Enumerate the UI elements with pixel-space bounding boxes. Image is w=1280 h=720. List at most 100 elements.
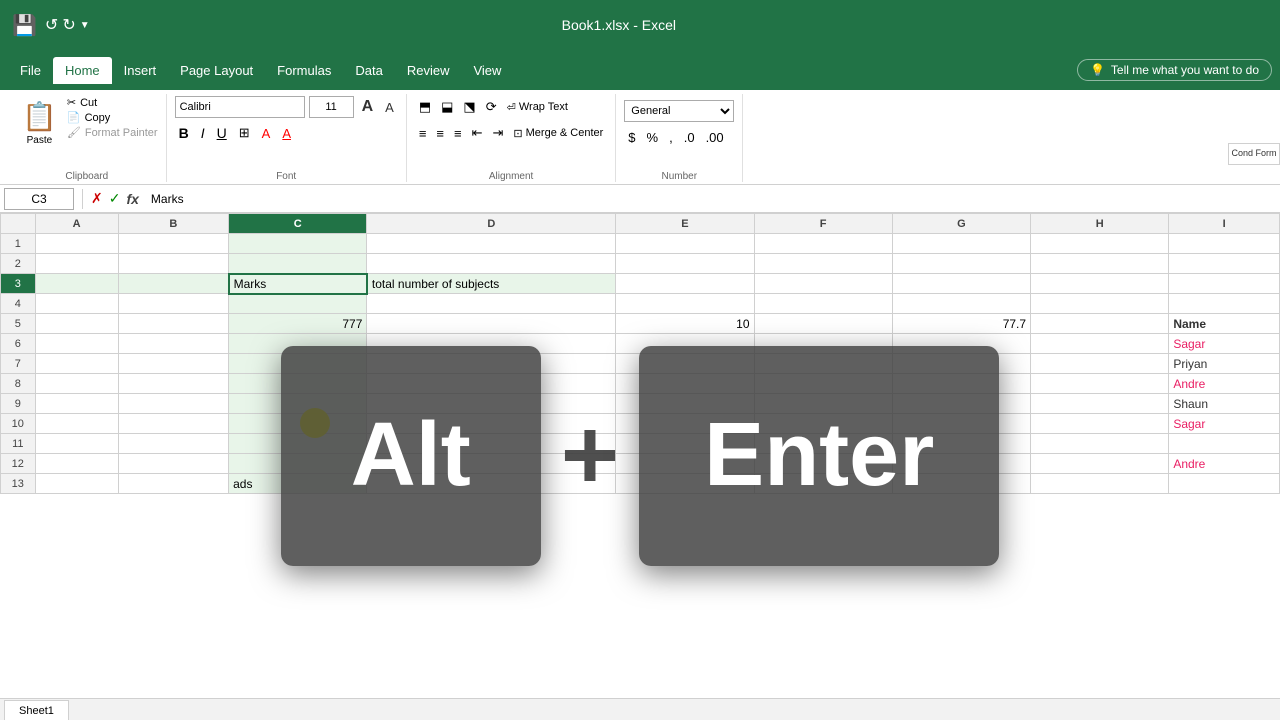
cell-f5[interactable] [754,314,892,334]
cell-i1[interactable] [1169,234,1280,254]
decrease-decimal-button[interactable]: .0 [680,126,699,148]
format-painter-button[interactable]: 🖌 Format Painter [67,126,158,139]
save-icon[interactable]: 💾 [12,13,37,38]
cut-button[interactable]: ✂ Cut [67,96,158,109]
cell-a7[interactable] [35,354,118,374]
cell-b11[interactable] [118,434,229,454]
cell-c5[interactable]: 777 [229,314,367,334]
col-header-e[interactable]: E [616,214,754,234]
cell-h2[interactable] [1031,254,1169,274]
col-header-d[interactable]: D [367,214,616,234]
fx-icon[interactable]: fx [126,191,138,207]
cell-i7[interactable]: Priyan [1169,354,1280,374]
cell-e4[interactable] [616,294,754,314]
cell-a1[interactable] [35,234,118,254]
col-header-h[interactable]: H [1031,214,1169,234]
cell-b12[interactable] [118,454,229,474]
cell-i5[interactable]: Name [1169,314,1280,334]
cell-g1[interactable] [892,234,1030,254]
cell-a5[interactable] [35,314,118,334]
cell-e12[interactable] [616,454,754,474]
cell-f9[interactable] [754,394,892,414]
menu-insert[interactable]: Insert [112,57,169,84]
cell-b5[interactable] [118,314,229,334]
cell-g2[interactable] [892,254,1030,274]
cell-a12[interactable] [35,454,118,474]
cell-d10[interactable] [367,414,616,434]
cell-h8[interactable] [1031,374,1169,394]
cell-e6[interactable] [616,334,754,354]
cell-c4[interactable] [229,294,367,314]
col-header-f[interactable]: F [754,214,892,234]
cell-e5[interactable]: 10 [616,314,754,334]
row-header-3[interactable]: 3 [1,274,36,294]
bold-button[interactable]: B [175,122,193,144]
cell-g10[interactable] [892,414,1030,434]
cell-a8[interactable] [35,374,118,394]
cell-f11[interactable] [754,434,892,454]
font-name-input[interactable]: Calibri [175,96,305,118]
cell-e13[interactable] [616,474,754,494]
paste-button[interactable]: 📋 Paste [16,96,63,150]
cell-d9[interactable] [367,394,616,414]
cell-g11[interactable] [892,434,1030,454]
cell-c6[interactable] [229,334,367,354]
cell-e9[interactable] [616,394,754,414]
cell-b7[interactable] [118,354,229,374]
sheet-tab-sheet1[interactable]: Sheet1 [4,700,69,720]
cell-b9[interactable] [118,394,229,414]
cell-d5[interactable] [367,314,616,334]
italic-button[interactable]: I [197,122,209,144]
underline-button[interactable]: U [213,122,231,144]
cell-a10[interactable] [35,414,118,434]
font-grow-button[interactable]: A [358,96,378,118]
cell-d3[interactable]: total number of subjects [367,274,616,294]
cell-d1[interactable] [367,234,616,254]
menu-file[interactable]: File [8,57,53,84]
cell-e3[interactable] [616,274,754,294]
cell-f8[interactable] [754,374,892,394]
cell-h7[interactable] [1031,354,1169,374]
cell-i12[interactable]: Andre [1169,454,1280,474]
cell-h9[interactable] [1031,394,1169,414]
cell-h1[interactable] [1031,234,1169,254]
cell-c11[interactable] [229,434,367,454]
cell-e7[interactable] [616,354,754,374]
row-header-4[interactable]: 4 [1,294,36,314]
cell-e1[interactable] [616,234,754,254]
cell-e2[interactable] [616,254,754,274]
cell-c7[interactable] [229,354,367,374]
cell-f6[interactable] [754,334,892,354]
cell-h11[interactable] [1031,434,1169,454]
cell-c9[interactable] [229,394,367,414]
tell-me[interactable]: 💡 Tell me what you want to do [1077,59,1272,81]
cell-h6[interactable] [1031,334,1169,354]
menu-formulas[interactable]: Formulas [265,57,343,84]
row-header-7[interactable]: 7 [1,354,36,374]
cell-h5[interactable] [1031,314,1169,334]
cell-e8[interactable] [616,374,754,394]
align-middle-button[interactable]: ⬓ [437,96,457,118]
confirm-icon[interactable]: ✓ [109,190,121,207]
cell-b8[interactable] [118,374,229,394]
cell-f4[interactable] [754,294,892,314]
cell-a6[interactable] [35,334,118,354]
cell-i6[interactable]: Sagar [1169,334,1280,354]
menu-view[interactable]: View [461,57,513,84]
font-shrink-button[interactable]: A [381,96,398,118]
cell-c8[interactable] [229,374,367,394]
cell-a2[interactable] [35,254,118,274]
wrap-text-button[interactable]: ⏎ Wrap Text [503,99,572,116]
cell-d6[interactable] [367,334,616,354]
cell-c2[interactable] [229,254,367,274]
cell-e11[interactable] [616,434,754,454]
cell-d8[interactable] [367,374,616,394]
increase-indent-button[interactable]: ⇥ [489,122,508,144]
align-bottom-button[interactable]: ⬔ [459,96,479,118]
row-header-10[interactable]: 10 [1,414,36,434]
cell-h12[interactable] [1031,454,1169,474]
cell-a4[interactable] [35,294,118,314]
row-header-13[interactable]: 13 [1,474,36,494]
cell-b6[interactable] [118,334,229,354]
cell-i4[interactable] [1169,294,1280,314]
